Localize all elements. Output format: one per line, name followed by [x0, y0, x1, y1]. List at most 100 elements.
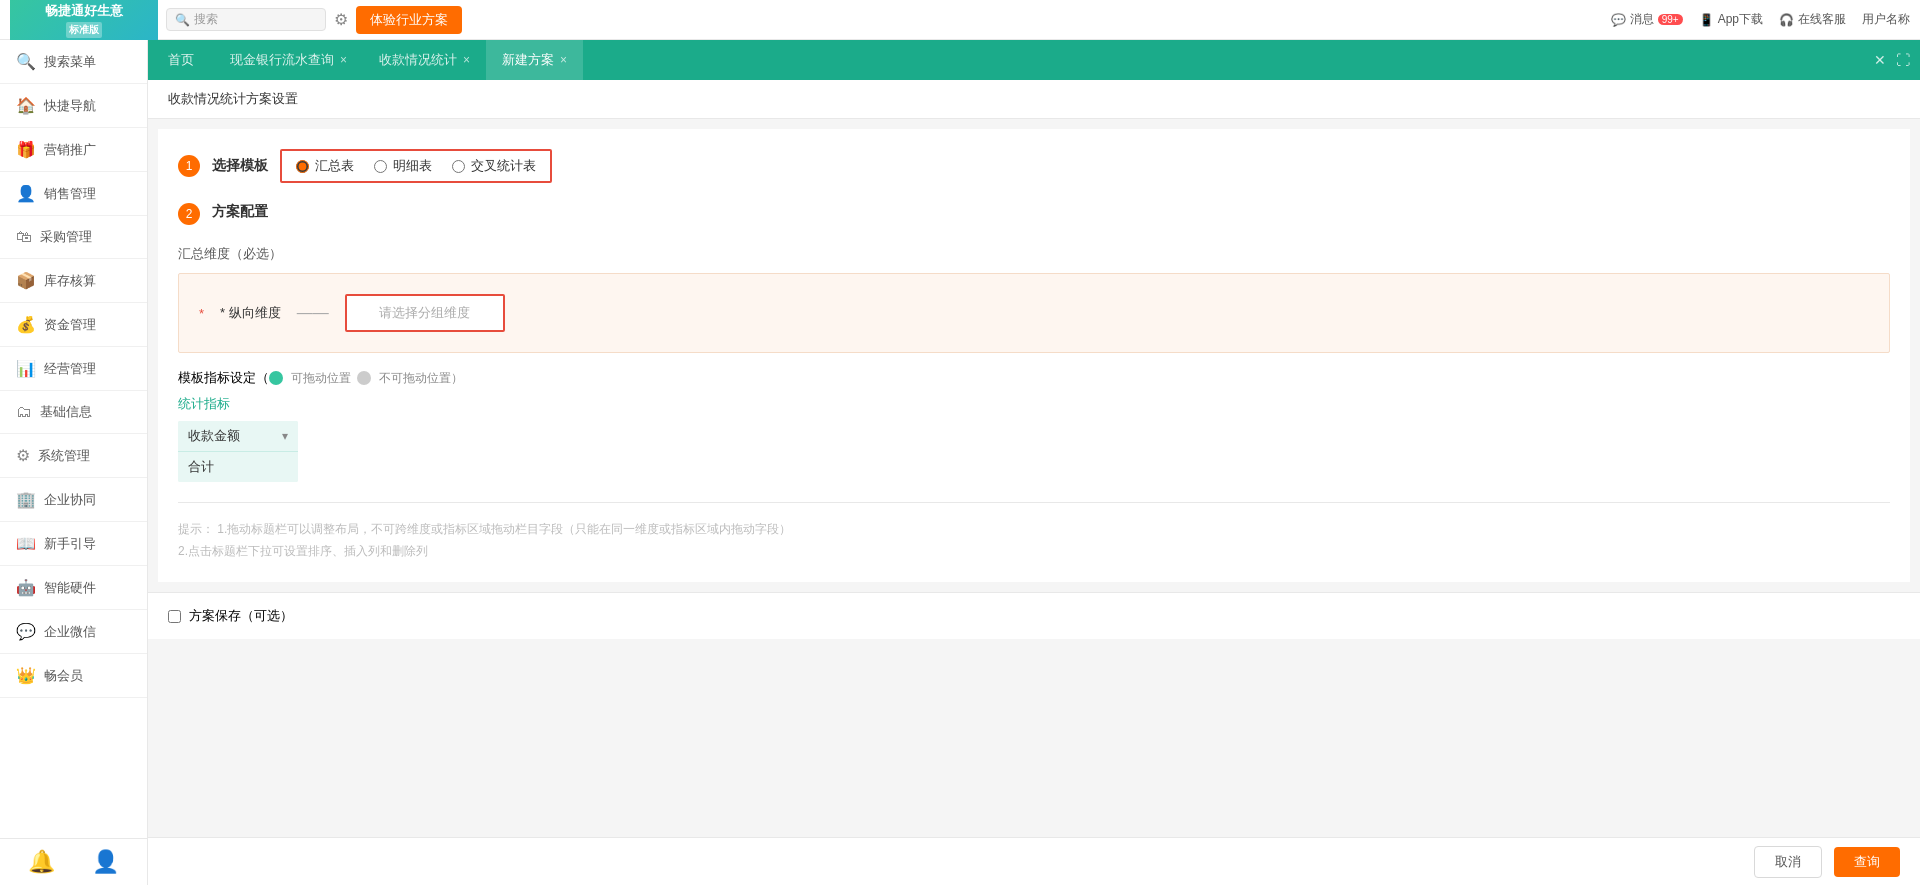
step2-badge: 2: [178, 203, 200, 225]
non-draggable-indicator: [357, 371, 371, 385]
sidebar-item-hardware[interactable]: 🤖 智能硬件: [0, 566, 147, 610]
sidebar-item-inventory[interactable]: 📦 库存核算: [0, 259, 147, 303]
crown-icon: 👑: [16, 666, 36, 685]
step2-label: 方案配置: [212, 203, 268, 221]
metrics-section-title: 模板指标设定（: [178, 369, 269, 387]
radio-summary-label[interactable]: 汇总表: [315, 157, 354, 175]
service-item[interactable]: 🎧 在线客服: [1779, 11, 1846, 28]
sidebar-item-wechat[interactable]: 💬 企业微信: [0, 610, 147, 654]
save-plan-checkbox[interactable]: [168, 610, 181, 623]
sidebar-item-search-menu[interactable]: 🔍 搜索菜单: [0, 40, 147, 84]
tab-new-plan[interactable]: 新建方案 ×: [486, 40, 583, 80]
tab-receipt-stats-label: 收款情况统计: [379, 51, 457, 69]
sidebar-item-system[interactable]: ⚙ 系统管理: [0, 434, 147, 478]
tips-section: 提示： 1.拖动标题栏可以调整布局，不可跨维度或指标区域拖动栏目字段（只能在同一…: [178, 502, 1890, 562]
folder-icon: 🗂: [16, 403, 32, 421]
trial-button[interactable]: 体验行业方案: [356, 6, 462, 34]
metric-card-body: 合计: [178, 452, 298, 482]
query-button[interactable]: 查询: [1834, 847, 1900, 877]
tab-bank-flow-label: 现金银行流水查询: [230, 51, 334, 69]
sidebar-item-enterprise[interactable]: 🏢 企业协同: [0, 478, 147, 522]
sidebar-label: 采购管理: [40, 228, 92, 246]
sidebar-label: 营销推广: [44, 141, 96, 159]
close-receipt-stats-icon[interactable]: ×: [463, 53, 470, 67]
download-icon: 📱: [1699, 13, 1714, 27]
sidebar: 🔍 搜索菜单 🏠 快捷导航 🎁 营销推广 👤 销售管理 🛍 采购管理 📦 库存核…: [0, 40, 148, 885]
step1-badge: 1: [178, 155, 200, 177]
sidebar-item-basic-info[interactable]: 🗂 基础信息: [0, 391, 147, 434]
metric-dropdown-icon[interactable]: ▾: [282, 429, 288, 443]
search-icon: 🔍: [175, 13, 190, 27]
required-star: *: [199, 306, 204, 321]
sidebar-label: 基础信息: [40, 403, 92, 421]
download-item[interactable]: 📱 App下载: [1699, 11, 1763, 28]
radio-cross-label[interactable]: 交叉统计表: [471, 157, 536, 175]
tab-home[interactable]: 首页: [148, 40, 214, 80]
sidebar-label: 资金管理: [44, 316, 96, 334]
page-header: 收款情况统计方案设置: [148, 80, 1920, 119]
metric-name: 收款金额: [188, 427, 240, 445]
radio-detail-input[interactable]: [374, 160, 387, 173]
metric-card-receipt: 收款金额 ▾ 合计: [178, 421, 298, 482]
top-bar: 畅捷通好生意 标准版 🔍 搜索 ⚙ 体验行业方案 💬 消息 99+ 📱 App下…: [0, 0, 1920, 40]
dimension-title: 汇总维度（必选）: [178, 245, 1890, 263]
radio-detail[interactable]: 明细表: [374, 157, 432, 175]
money-icon: 💰: [16, 315, 36, 334]
tab-receipt-stats[interactable]: 收款情况统计 ×: [363, 40, 486, 80]
sidebar-item-operations[interactable]: 📊 经营管理: [0, 347, 147, 391]
chart-icon: 📊: [16, 359, 36, 378]
headset-icon: 🎧: [1779, 13, 1794, 27]
top-actions: 💬 消息 99+ 📱 App下载 🎧 在线客服 用户名称: [1611, 11, 1910, 28]
sidebar-label: 销售管理: [44, 185, 96, 203]
sidebar-label: 系统管理: [38, 447, 90, 465]
close-new-plan-icon[interactable]: ×: [560, 53, 567, 67]
radio-summary-input[interactable]: [296, 160, 309, 173]
sidebar-item-member[interactable]: 👑 畅会员: [0, 654, 147, 698]
edition-badge: 标准版: [66, 22, 102, 38]
dim-placeholder-box[interactable]: 请选择分组维度: [345, 294, 505, 332]
sidebar-item-guide[interactable]: 📖 新手引导: [0, 522, 147, 566]
dim-placeholder-text: 请选择分组维度: [379, 305, 470, 320]
message-icon: 💬: [1611, 13, 1626, 27]
footer-bar: 取消 查询: [148, 837, 1920, 885]
radio-cross[interactable]: 交叉统计表: [452, 157, 536, 175]
user-item[interactable]: 用户名称: [1862, 11, 1910, 28]
sidebar-item-quick-nav[interactable]: 🏠 快捷导航: [0, 84, 147, 128]
wechat-icon: 💬: [16, 622, 36, 641]
cancel-button[interactable]: 取消: [1754, 846, 1822, 878]
sidebar-bottom-icon1[interactable]: 🔔: [28, 849, 55, 875]
save-plan-label[interactable]: 方案保存（可选）: [189, 607, 293, 625]
page-header-title: 收款情况统计方案设置: [168, 91, 298, 106]
step1-label: 选择模板: [212, 157, 268, 175]
draggable-indicator: [269, 371, 283, 385]
tab-bank-flow[interactable]: 现金银行流水查询 ×: [214, 40, 363, 80]
sidebar-item-finance[interactable]: 💰 资金管理: [0, 303, 147, 347]
tip-1: 提示： 1.拖动标题栏可以调整布局，不可跨维度或指标区域拖动栏目字段（只能在同一…: [178, 519, 1890, 541]
metric-card-header[interactable]: 收款金额 ▾: [178, 421, 298, 452]
sidebar-bottom-icon2[interactable]: 👤: [92, 849, 119, 875]
sidebar-item-marketing[interactable]: 🎁 营销推广: [0, 128, 147, 172]
sidebar-item-sales[interactable]: 👤 销售管理: [0, 172, 147, 216]
dimension-drop-area: * * 纵向维度 —— 请选择分组维度: [178, 273, 1890, 353]
close-bank-flow-icon[interactable]: ×: [340, 53, 347, 67]
message-item[interactable]: 💬 消息 99+: [1611, 11, 1683, 28]
radio-summary[interactable]: 汇总表: [296, 157, 354, 175]
sidebar-item-purchase[interactable]: 🛍 采购管理: [0, 216, 147, 259]
sidebar-label: 企业微信: [44, 623, 96, 641]
dimension-section: 汇总维度（必选） * * 纵向维度 —— 请选择分组维度: [178, 245, 1890, 353]
radio-cross-input[interactable]: [452, 160, 465, 173]
close-all-icon[interactable]: ✕: [1874, 52, 1886, 68]
radio-detail-label[interactable]: 明细表: [393, 157, 432, 175]
user-icon: 👤: [16, 184, 36, 203]
tab-bar-controls: ✕ ⛶: [1874, 40, 1920, 80]
user-name: 用户名称: [1862, 11, 1910, 28]
sidebar-label: 库存核算: [44, 272, 96, 290]
app-logo: 畅捷通好生意 标准版: [10, 0, 158, 40]
sidebar-label: 新手引导: [44, 535, 96, 553]
fullscreen-icon[interactable]: ⛶: [1896, 52, 1910, 68]
template-selection: 汇总表 明细表 交叉统计表: [280, 149, 552, 183]
top-search-bar: 🔍 搜索: [166, 8, 326, 31]
sidebar-bottom: 🔔 👤: [0, 838, 147, 885]
gear-icon[interactable]: ⚙: [334, 10, 348, 29]
sidebar-label: 智能硬件: [44, 579, 96, 597]
